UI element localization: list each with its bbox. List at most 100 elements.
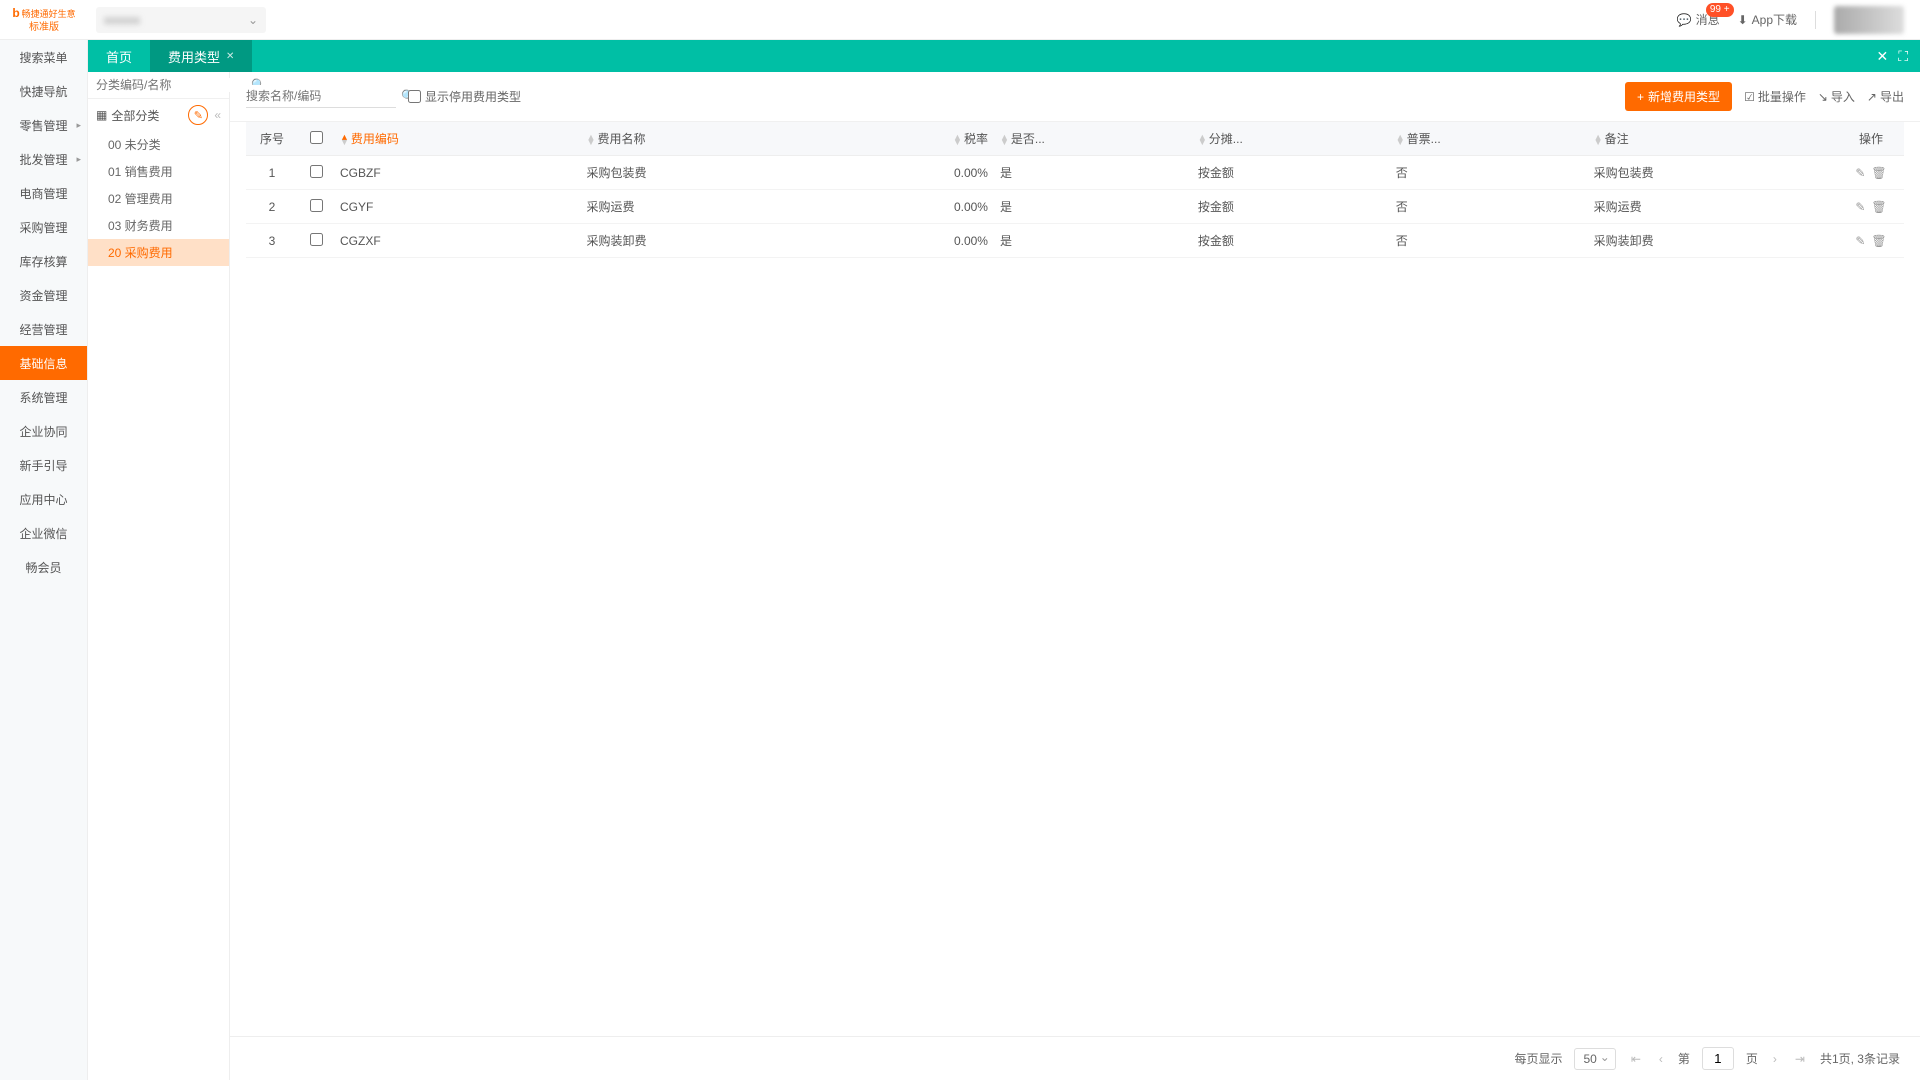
- row-checkbox[interactable]: [310, 165, 323, 178]
- th-checkbox[interactable]: [298, 122, 334, 156]
- add-label: 新增费用类型: [1648, 88, 1720, 105]
- divider: [1815, 11, 1816, 29]
- tab-home[interactable]: 首页: [88, 40, 150, 72]
- batch-ops-button[interactable]: ☑ 批量操作: [1744, 88, 1806, 105]
- th-remark[interactable]: ▲▼备注: [1588, 122, 1838, 156]
- cell-code: CGBZF: [334, 156, 581, 190]
- th-name[interactable]: ▲▼费用名称: [581, 122, 831, 156]
- delete-icon[interactable]: 🗑: [1871, 166, 1886, 180]
- org-selector[interactable]: xxxxxx ⌄: [96, 7, 266, 33]
- sidebar-item-4[interactable]: 电商管理: [0, 176, 87, 210]
- app-download-label: App下载: [1752, 11, 1797, 28]
- page-last-icon[interactable]: ⇥: [1792, 1052, 1808, 1066]
- tab-close-all-icon[interactable]: ✕: [1876, 48, 1888, 65]
- table-row: 3CGZXF采购装卸费0.00%是按金额否采购装卸费✎🗑: [246, 224, 1904, 258]
- plus-icon: +: [1637, 90, 1644, 104]
- logo-sub-text: 标准版: [29, 18, 59, 33]
- sidebar-item-15[interactable]: 畅会员: [0, 550, 87, 584]
- cell-remark: 采购装卸费: [1588, 224, 1838, 258]
- collapse-icon[interactable]: «: [214, 108, 221, 122]
- sidebar-item-label: 电商管理: [19, 185, 67, 202]
- sidebar-item-label: 批发管理: [19, 151, 67, 168]
- import-icon: ↘: [1818, 90, 1828, 104]
- page-prev-icon[interactable]: ‹: [1656, 1052, 1666, 1066]
- page-next-icon[interactable]: ›: [1770, 1052, 1780, 1066]
- sidebar-item-9[interactable]: 基础信息: [0, 346, 87, 380]
- edit-icon[interactable]: ✎: [1855, 200, 1865, 214]
- delete-icon[interactable]: 🗑: [1871, 200, 1886, 214]
- select-all-checkbox[interactable]: [310, 131, 323, 144]
- sidebar-item-6[interactable]: 库存核算: [0, 244, 87, 278]
- show-disabled-input[interactable]: [408, 90, 421, 103]
- tab-home-label: 首页: [106, 47, 132, 66]
- category-item-3[interactable]: 03 财务费用: [88, 212, 229, 239]
- category-item-2[interactable]: 02 管理费用: [88, 185, 229, 212]
- sidebar-item-label: 应用中心: [19, 491, 67, 508]
- close-icon[interactable]: ✕: [226, 51, 234, 62]
- sidebar-item-label: 经营管理: [19, 321, 67, 338]
- table-wrap: 序号 ▲▼费用编码 ▲▼费用名称 ▲▼税率 ▲▼是否... ▲▼分摊... ▲▼…: [230, 122, 1920, 1036]
- page-prefix: 第: [1678, 1050, 1690, 1067]
- sidebar-item-5[interactable]: 采购管理: [0, 210, 87, 244]
- cell-checkbox: [298, 156, 334, 190]
- th-index[interactable]: 序号: [246, 122, 298, 156]
- per-page-select[interactable]: 50: [1574, 1048, 1615, 1070]
- sidebar-item-label: 采购管理: [19, 219, 67, 236]
- category-all[interactable]: ▦ 全部分类: [96, 107, 182, 124]
- sidebar-item-0[interactable]: 搜索菜单: [0, 40, 87, 74]
- messages-link[interactable]: 💬 消息 99 +: [1677, 11, 1720, 28]
- edit-icon[interactable]: ✎: [1855, 234, 1865, 248]
- show-disabled-checkbox[interactable]: 显示停用费用类型: [408, 88, 521, 105]
- th-ops: 操作: [1838, 122, 1904, 156]
- cell-is: 是: [994, 190, 1192, 224]
- chevron-down-icon: ⌄: [248, 13, 258, 27]
- download-icon: ⬇: [1738, 13, 1748, 27]
- page-suffix: 页: [1746, 1050, 1758, 1067]
- edit-icon[interactable]: ✎: [1855, 166, 1865, 180]
- sidebar-item-7[interactable]: 资金管理: [0, 278, 87, 312]
- sidebar-item-11[interactable]: 企业协同: [0, 414, 87, 448]
- import-button[interactable]: ↘ 导入: [1818, 88, 1855, 105]
- main-search-input[interactable]: [246, 85, 401, 107]
- message-icon: 💬: [1677, 13, 1692, 27]
- sidebar-item-label: 基础信息: [19, 355, 67, 372]
- category-item-0[interactable]: 00 未分类: [88, 131, 229, 158]
- sidebar-item-label: 企业微信: [19, 525, 67, 542]
- sidebar-item-14[interactable]: 企业微信: [0, 516, 87, 550]
- th-code[interactable]: ▲▼费用编码: [334, 122, 581, 156]
- sidebar-item-label: 资金管理: [19, 287, 67, 304]
- app-download-link[interactable]: ⬇ App下载: [1738, 11, 1797, 28]
- sidebar-item-12[interactable]: 新手引导: [0, 448, 87, 482]
- th-rate[interactable]: ▲▼税率: [831, 122, 994, 156]
- sidebar-item-13[interactable]: 应用中心: [0, 482, 87, 516]
- row-checkbox[interactable]: [310, 233, 323, 246]
- th-alloc[interactable]: ▲▼分摊...: [1192, 122, 1390, 156]
- delete-icon[interactable]: 🗑: [1871, 234, 1886, 248]
- cell-alloc: 按金额: [1192, 224, 1390, 258]
- per-page-label: 每页显示: [1514, 1050, 1562, 1067]
- category-item-1[interactable]: 01 销售费用: [88, 158, 229, 185]
- category-edit-button[interactable]: ✎: [188, 105, 208, 125]
- th-voucher[interactable]: ▲▼普票...: [1390, 122, 1588, 156]
- add-expense-type-button[interactable]: + 新增费用类型: [1625, 82, 1732, 111]
- sidebar-item-3[interactable]: 批发管理▸: [0, 142, 87, 176]
- sidebar-item-2[interactable]: 零售管理▸: [0, 108, 87, 142]
- batch-icon: ☑: [1744, 90, 1755, 104]
- th-is[interactable]: ▲▼是否...: [994, 122, 1192, 156]
- page-input[interactable]: [1702, 1047, 1734, 1070]
- category-search-input[interactable]: [96, 78, 251, 92]
- user-avatar[interactable]: [1834, 6, 1904, 34]
- table-header-row: 序号 ▲▼费用编码 ▲▼费用名称 ▲▼税率 ▲▼是否... ▲▼分摊... ▲▼…: [246, 122, 1904, 156]
- sidebar: 搜索菜单快捷导航零售管理▸批发管理▸ 电商管理采购管理库存核算资金管理经营管理基础…: [0, 40, 88, 1080]
- sidebar-item-10[interactable]: 系统管理: [0, 380, 87, 414]
- page-first-icon[interactable]: ⇤: [1628, 1052, 1644, 1066]
- sidebar-item-8[interactable]: 经营管理: [0, 312, 87, 346]
- row-checkbox[interactable]: [310, 199, 323, 212]
- export-label: 导出: [1880, 88, 1904, 105]
- sidebar-item-1[interactable]: 快捷导航: [0, 74, 87, 108]
- page-summary: 共1页, 3条记录: [1820, 1050, 1900, 1067]
- category-item-4[interactable]: 20 采购费用: [88, 239, 229, 266]
- tab-expense-type[interactable]: 费用类型 ✕: [150, 40, 252, 72]
- export-button[interactable]: ↗ 导出: [1867, 88, 1904, 105]
- fullscreen-icon[interactable]: ⛶: [1898, 48, 1908, 65]
